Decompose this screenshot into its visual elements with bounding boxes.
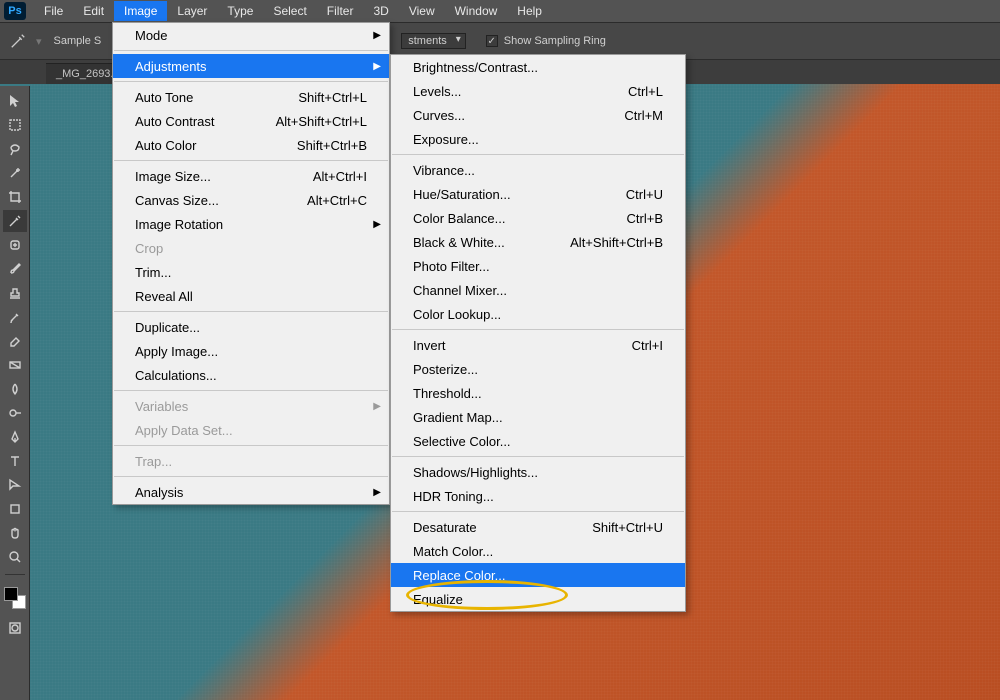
shape-tool[interactable] — [3, 498, 27, 520]
adjustments-item[interactable]: Color Lookup... — [391, 302, 685, 326]
lasso-tool[interactable] — [3, 138, 27, 160]
eyedropper-icon — [8, 31, 28, 51]
adjustments-item[interactable]: InvertCtrl+I — [391, 333, 685, 357]
image-menu: Mode▶Adjustments▶Auto ToneShift+Ctrl+LAu… — [112, 22, 390, 505]
hand-tool[interactable] — [3, 522, 27, 544]
color-swatches[interactable] — [4, 587, 26, 609]
adjustments-item[interactable]: Equalize — [391, 587, 685, 611]
image-menu-item[interactable]: Reveal All — [113, 284, 389, 308]
type-tool[interactable] — [3, 450, 27, 472]
adjustments-item[interactable]: Posterize... — [391, 357, 685, 381]
submenu-arrow-icon: ▶ — [373, 401, 381, 412]
adjustments-item[interactable]: Channel Mixer... — [391, 278, 685, 302]
menu-layer[interactable]: Layer — [167, 1, 217, 21]
image-menu-item[interactable]: Auto ContrastAlt+Shift+Ctrl+L — [113, 109, 389, 133]
image-menu-item[interactable]: Image Size...Alt+Ctrl+I — [113, 164, 389, 188]
adjustments-item[interactable]: Replace Color... — [391, 563, 685, 587]
eraser-tool[interactable] — [3, 330, 27, 352]
image-menu-item[interactable]: Canvas Size...Alt+Ctrl+C — [113, 188, 389, 212]
adjustments-item[interactable]: Match Color... — [391, 539, 685, 563]
adjustments-item[interactable]: Photo Filter... — [391, 254, 685, 278]
image-menu-item[interactable]: Image Rotation▶ — [113, 212, 389, 236]
adjustments-item[interactable]: Vibrance... — [391, 158, 685, 182]
image-menu-item[interactable]: Analysis▶ — [113, 480, 389, 504]
image-menu-item: Trap... — [113, 449, 389, 473]
menu-filter[interactable]: Filter — [317, 1, 364, 21]
menu-view[interactable]: View — [399, 1, 445, 21]
image-menu-item[interactable]: Duplicate... — [113, 315, 389, 339]
image-menu-item[interactable]: Apply Image... — [113, 339, 389, 363]
image-menu-item: Variables▶ — [113, 394, 389, 418]
adjustments-submenu: Brightness/Contrast...Levels...Ctrl+LCur… — [390, 54, 686, 612]
image-menu-item[interactable]: Trim... — [113, 260, 389, 284]
sample-label: Sample S — [54, 35, 102, 47]
menu-file[interactable]: File — [34, 1, 73, 21]
options-dropdown[interactable]: stments — [401, 33, 466, 49]
adjustments-item[interactable]: Hue/Saturation...Ctrl+U — [391, 182, 685, 206]
image-menu-item[interactable]: Mode▶ — [113, 23, 389, 47]
stamp-tool[interactable] — [3, 282, 27, 304]
wand-tool[interactable] — [3, 162, 27, 184]
gradient-tool[interactable] — [3, 354, 27, 376]
zoom-tool[interactable] — [3, 546, 27, 568]
adjustments-item[interactable]: Selective Color... — [391, 429, 685, 453]
crop-tool[interactable] — [3, 186, 27, 208]
adjustments-item[interactable]: Threshold... — [391, 381, 685, 405]
menu-type[interactable]: Type — [217, 1, 263, 21]
quickmask-tool[interactable] — [3, 617, 27, 639]
move-tool[interactable] — [3, 90, 27, 112]
eyedropper-tool[interactable] — [3, 210, 27, 232]
app-logo: Ps — [4, 2, 26, 20]
image-menu-item[interactable]: Adjustments▶ — [113, 54, 389, 78]
adjustments-item[interactable]: Curves...Ctrl+M — [391, 103, 685, 127]
brush-tool[interactable] — [3, 258, 27, 280]
adjustments-item[interactable]: Brightness/Contrast... — [391, 55, 685, 79]
submenu-arrow-icon: ▶ — [373, 61, 381, 72]
adjustments-item[interactable]: Color Balance...Ctrl+B — [391, 206, 685, 230]
menu-edit[interactable]: Edit — [73, 1, 114, 21]
heal-tool[interactable] — [3, 234, 27, 256]
menu-select[interactable]: Select — [263, 1, 316, 21]
blur-tool[interactable] — [3, 378, 27, 400]
image-menu-item[interactable]: Auto ToneShift+Ctrl+L — [113, 85, 389, 109]
image-menu-item[interactable]: Auto ColorShift+Ctrl+B — [113, 133, 389, 157]
menu-image[interactable]: Image — [114, 1, 167, 21]
adjustments-item[interactable]: Gradient Map... — [391, 405, 685, 429]
adjustments-item[interactable]: HDR Toning... — [391, 484, 685, 508]
checkbox-icon: ✓ — [486, 35, 498, 47]
image-menu-item: Apply Data Set... — [113, 418, 389, 442]
pen-tool[interactable] — [3, 426, 27, 448]
menu-help[interactable]: Help — [507, 1, 552, 21]
adjustments-item[interactable]: DesaturateShift+Ctrl+U — [391, 515, 685, 539]
history-brush-tool[interactable] — [3, 306, 27, 328]
path-tool[interactable] — [3, 474, 27, 496]
submenu-arrow-icon: ▶ — [373, 30, 381, 41]
submenu-arrow-icon: ▶ — [373, 487, 381, 498]
show-sampling-ring-checkbox[interactable]: ✓ Show Sampling Ring — [486, 35, 606, 47]
menu-3d[interactable]: 3D — [363, 1, 398, 21]
adjustments-item[interactable]: Exposure... — [391, 127, 685, 151]
image-menu-item[interactable]: Calculations... — [113, 363, 389, 387]
marquee-tool[interactable] — [3, 114, 27, 136]
submenu-arrow-icon: ▶ — [373, 219, 381, 230]
adjustments-item[interactable]: Shadows/Highlights... — [391, 460, 685, 484]
toolbox — [0, 86, 30, 700]
adjustments-item[interactable]: Levels...Ctrl+L — [391, 79, 685, 103]
adjustments-item[interactable]: Black & White...Alt+Shift+Ctrl+B — [391, 230, 685, 254]
menu-window[interactable]: Window — [445, 1, 508, 21]
menubar: Ps FileEditImageLayerTypeSelectFilter3DV… — [0, 0, 1000, 22]
dodge-tool[interactable] — [3, 402, 27, 424]
image-menu-item: Crop — [113, 236, 389, 260]
